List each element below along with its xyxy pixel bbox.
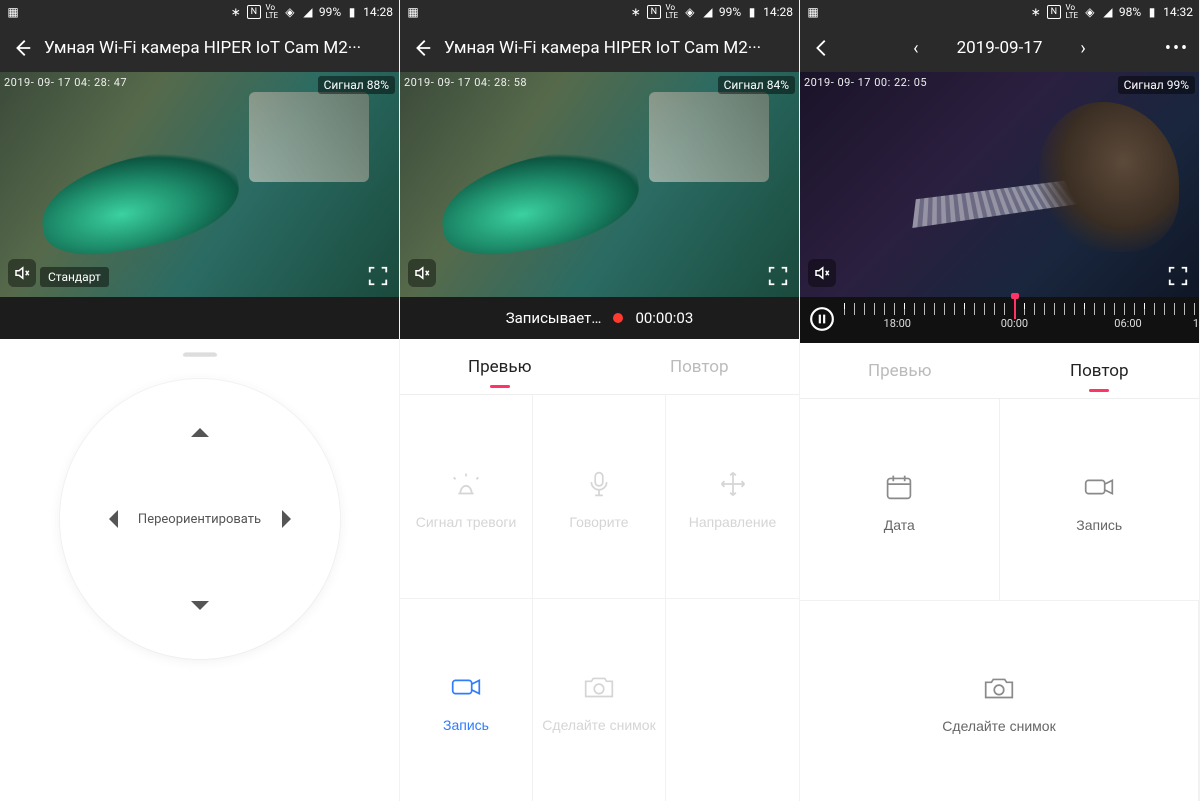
date-label[interactable]: 2019-09-17 bbox=[957, 38, 1043, 58]
tab-preview[interactable]: Превью bbox=[800, 343, 1000, 398]
tabs-bar: Превью Повтор bbox=[400, 339, 799, 395]
calendar-icon bbox=[877, 467, 921, 507]
date-prev-button[interactable]: ‹ bbox=[903, 32, 928, 65]
page-title: Умная Wi-Fi камера HIPER IoT Cam M2··· bbox=[444, 38, 793, 58]
screen-playback: ▦ ∗ N VoLTE ◈ ◢ 98% ▮ 14:32 ‹ 2019-09-17… bbox=[800, 0, 1200, 801]
fullscreen-button[interactable] bbox=[1167, 265, 1189, 287]
ptz-down[interactable] bbox=[191, 601, 209, 619]
status-bar: ▦ ∗ N VoLTE ◈ ◢ 99% ▮ 14:28 bbox=[400, 0, 799, 24]
back-button[interactable] bbox=[406, 32, 438, 64]
timeline-track[interactable]: 18:00 00:00 06:00 12 bbox=[844, 303, 1199, 335]
controls-grid: Дата Запись Сделайте снимок bbox=[800, 399, 1199, 801]
record-button[interactable]: Запись bbox=[1000, 399, 1200, 600]
screenshot-icon: ▦ bbox=[406, 5, 420, 19]
bluetooth-icon: ∗ bbox=[1029, 5, 1043, 19]
status-bar: ▦ ∗ N VoLTE ◈ ◢ 99% ▮ 14:28 bbox=[0, 0, 399, 24]
status-bar: ▦ ∗ N VoLTE ◈ ◢ 98% ▮ 14:32 bbox=[800, 0, 1199, 24]
cell-icon: ◢ bbox=[301, 5, 315, 19]
screenshot-icon: ▦ bbox=[806, 5, 820, 19]
alarm-button[interactable]: Сигнал тревоги bbox=[400, 395, 533, 598]
alarm-icon bbox=[444, 464, 488, 504]
pause-button[interactable] bbox=[800, 303, 844, 335]
back-button[interactable] bbox=[806, 32, 838, 64]
back-button[interactable] bbox=[6, 32, 38, 64]
signal-badge: Сигнал 99% bbox=[1118, 76, 1195, 94]
mute-button[interactable] bbox=[408, 259, 436, 287]
timeline-cursor[interactable] bbox=[1014, 297, 1016, 319]
camera-icon bbox=[577, 667, 621, 707]
battery-pct: 99% bbox=[319, 5, 341, 19]
video-timestamp: 2019- 09- 17 04: 28: 58 bbox=[404, 76, 527, 89]
page-title: Умная Wi-Fi камера HIPER IoT Cam M2··· bbox=[44, 38, 393, 58]
drag-handle[interactable] bbox=[0, 339, 399, 369]
tab-replay[interactable]: Повтор bbox=[1000, 343, 1200, 398]
app-bar: ‹ 2019-09-17 › ••• bbox=[800, 24, 1199, 72]
signal-badge: Сигнал 84% bbox=[718, 76, 795, 94]
timeline: 18:00 00:00 06:00 12 bbox=[800, 297, 1199, 343]
volte-icon: VoLTE bbox=[265, 5, 279, 19]
live-video[interactable]: 2019- 09- 17 04: 28: 47 Сигнал 88% Станд… bbox=[0, 72, 399, 297]
recording-bar: Записывает… 00:00:03 bbox=[400, 297, 799, 339]
app-bar: Умная Wi-Fi камера HIPER IoT Cam M2··· bbox=[0, 24, 399, 72]
mic-icon bbox=[577, 464, 621, 504]
video-bottom-bar bbox=[0, 297, 399, 339]
video-timestamp: 2019- 09- 17 04: 28: 47 bbox=[4, 76, 127, 89]
volte-icon: VoLTE bbox=[1065, 5, 1079, 19]
ptz-up[interactable] bbox=[191, 419, 209, 437]
playback-video[interactable]: 2019- 09- 17 00: 22: 05 Сигнал 99% bbox=[800, 72, 1199, 297]
wifi-icon: ◈ bbox=[1083, 5, 1097, 19]
mute-button[interactable] bbox=[808, 259, 836, 287]
controls-grid: Сигнал тревоги Говорите Направление Запи… bbox=[400, 395, 799, 801]
ptz-joystick[interactable]: Переориентировать bbox=[60, 379, 340, 659]
more-button[interactable]: ••• bbox=[1161, 32, 1193, 64]
snapshot-button[interactable]: Сделайте снимок bbox=[533, 598, 666, 801]
fullscreen-button[interactable] bbox=[367, 265, 389, 287]
date-button[interactable]: Дата bbox=[800, 399, 1000, 600]
cell-icon: ◢ bbox=[1101, 5, 1115, 19]
battery-icon: ▮ bbox=[745, 5, 759, 19]
camera-icon bbox=[977, 668, 1021, 708]
ptz-right[interactable] bbox=[282, 510, 300, 528]
tab-preview[interactable]: Превью bbox=[400, 339, 600, 394]
direction-button[interactable]: Направление bbox=[666, 395, 799, 598]
recording-time: 00:00:03 bbox=[635, 309, 693, 327]
recording-label: Записывает… bbox=[506, 309, 602, 327]
volte-icon: VoLTE bbox=[665, 5, 679, 19]
fullscreen-button[interactable] bbox=[767, 265, 789, 287]
wifi-icon: ◈ bbox=[283, 5, 297, 19]
video-timestamp: 2019- 09- 17 00: 22: 05 bbox=[804, 76, 927, 89]
ptz-center-label: Переориентировать bbox=[138, 512, 261, 527]
bluetooth-icon: ∗ bbox=[229, 5, 243, 19]
mute-button[interactable] bbox=[8, 259, 36, 287]
screen-live-recording: ▦ ∗ N VoLTE ◈ ◢ 99% ▮ 14:28 Умная Wi-Fi … bbox=[400, 0, 800, 801]
record-dot-icon bbox=[613, 313, 623, 323]
quality-label[interactable]: Стандарт bbox=[40, 267, 109, 287]
nfc-icon: N bbox=[247, 5, 261, 19]
record-button[interactable]: Запись bbox=[400, 598, 533, 801]
move-icon bbox=[711, 464, 755, 504]
wifi-icon: ◈ bbox=[683, 5, 697, 19]
tab-replay[interactable]: Повтор bbox=[600, 339, 800, 394]
ptz-left[interactable] bbox=[100, 510, 118, 528]
cell-icon: ◢ bbox=[701, 5, 715, 19]
screen-live-ptz: ▦ ∗ N VoLTE ◈ ◢ 99% ▮ 14:28 Умная Wi-Fi … bbox=[0, 0, 400, 801]
signal-badge: Сигнал 88% bbox=[318, 76, 395, 94]
screenshot-icon: ▦ bbox=[6, 5, 20, 19]
battery-icon: ▮ bbox=[1145, 5, 1159, 19]
date-next-button[interactable]: › bbox=[1070, 32, 1095, 65]
app-bar: Умная Wi-Fi камера HIPER IoT Cam M2··· bbox=[400, 24, 799, 72]
battery-icon: ▮ bbox=[345, 5, 359, 19]
talk-button[interactable]: Говорите bbox=[533, 395, 666, 598]
nfc-icon: N bbox=[647, 5, 661, 19]
record-icon bbox=[444, 667, 488, 707]
record-icon bbox=[1077, 467, 1121, 507]
bluetooth-icon: ∗ bbox=[629, 5, 643, 19]
clock: 14:28 bbox=[363, 5, 393, 19]
nfc-icon: N bbox=[1047, 5, 1061, 19]
live-video[interactable]: 2019- 09- 17 04: 28: 58 Сигнал 84% bbox=[400, 72, 799, 297]
snapshot-button[interactable]: Сделайте снимок bbox=[800, 600, 1199, 801]
tabs-bar: Превью Повтор bbox=[800, 343, 1199, 399]
